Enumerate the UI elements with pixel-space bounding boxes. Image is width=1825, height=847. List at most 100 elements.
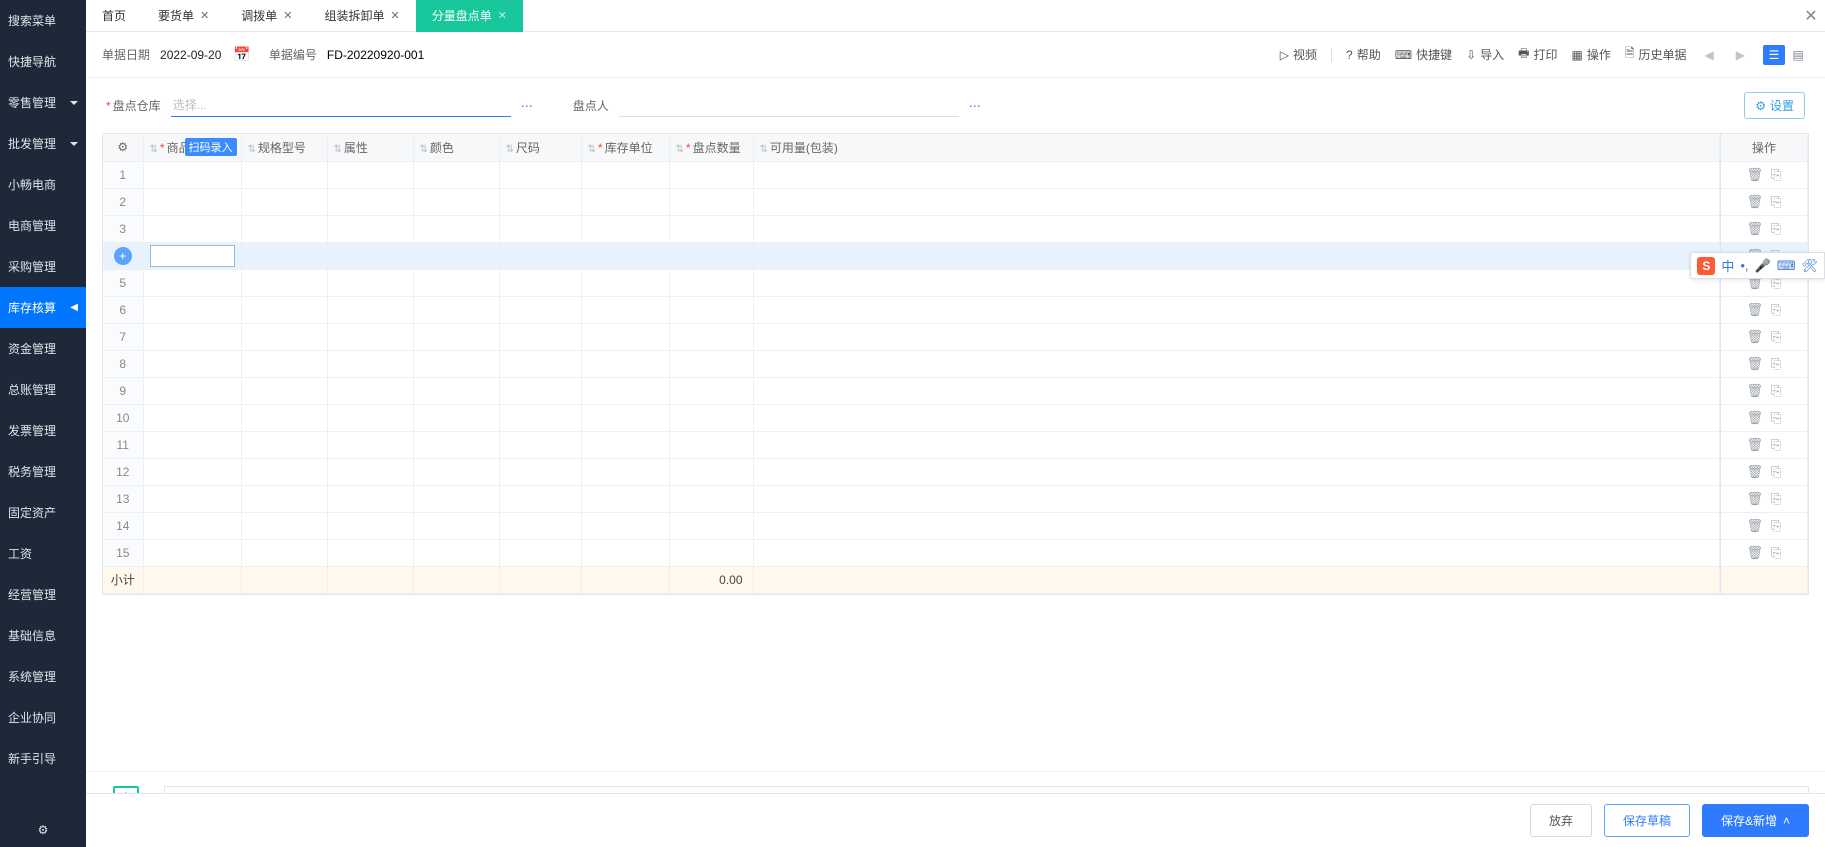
sidebar-item-asset[interactable]: 固定资产 <box>0 492 86 533</box>
delete-row-icon[interactable]: 🗑 <box>1747 302 1764 317</box>
ime-lang[interactable]: 中 <box>1721 256 1734 275</box>
ime-punct-icon[interactable]: •, <box>1740 258 1748 273</box>
sidebar-item-baseinfo[interactable]: 基础信息 <box>0 615 86 656</box>
delete-row-icon[interactable]: 🗑 <box>1747 356 1764 371</box>
settings-button[interactable]: ⚙设置 <box>1744 92 1805 119</box>
table-row[interactable]: 13 <box>103 485 1720 512</box>
delete-row-icon[interactable]: 🗑 <box>1747 329 1764 344</box>
row-number[interactable]: 8 <box>103 350 143 377</box>
row-number[interactable]: 11 <box>103 431 143 458</box>
delete-row-icon[interactable]: 🗑 <box>1747 194 1764 209</box>
sidebar-item-purchase[interactable]: 采购管理 <box>0 246 86 287</box>
counter-input[interactable] <box>619 94 959 117</box>
sidebar-item-ecommerce[interactable]: 电商管理 <box>0 205 86 246</box>
row-number[interactable]: 3 <box>103 215 143 242</box>
tab-home[interactable]: 首页 <box>86 0 142 32</box>
copy-row-icon[interactable]: ⎘ <box>1771 464 1781 479</box>
tab-request[interactable]: 要货单✕ <box>142 0 225 32</box>
copy-row-icon[interactable]: ⎘ <box>1771 545 1781 560</box>
row-number[interactable]: 2 <box>103 188 143 215</box>
close-icon[interactable]: ✕ <box>498 0 507 32</box>
delete-row-icon[interactable]: 🗑 <box>1747 491 1764 506</box>
video-link[interactable]: ▷视频 <box>1280 46 1317 63</box>
delete-row-icon[interactable]: 🗑 <box>1747 383 1764 398</box>
copy-row-icon[interactable]: ⎘ <box>1771 491 1781 506</box>
row-number[interactable]: 5 <box>103 269 143 296</box>
delete-row-icon[interactable]: 🗑 <box>1747 167 1764 182</box>
sidebar-item-wholesale[interactable]: 批发管理 <box>0 123 86 164</box>
date-value[interactable]: 2022-09-20 <box>160 48 221 62</box>
close-icon[interactable]: ✕ <box>200 0 209 32</box>
ime-mic-icon[interactable]: 🎤 <box>1755 258 1771 274</box>
copy-row-icon[interactable]: ⎘ <box>1771 167 1781 182</box>
view-card[interactable]: ▤ <box>1787 45 1809 65</box>
save-draft-button[interactable]: 保存草稿 <box>1604 804 1690 837</box>
col-product[interactable]: ⇅*商品扫码录入 <box>143 134 241 161</box>
col-color[interactable]: ⇅颜色 <box>413 134 499 161</box>
col-unit[interactable]: ⇅*库存单位 <box>581 134 669 161</box>
copy-row-icon[interactable]: ⎘ <box>1771 302 1781 317</box>
table-row[interactable]: 14 <box>103 512 1720 539</box>
table-row[interactable]: 15 <box>103 539 1720 566</box>
sidebar-item-salary[interactable]: 工资 <box>0 533 86 574</box>
table-row[interactable]: 12 <box>103 458 1720 485</box>
table-row[interactable]: 7 <box>103 323 1720 350</box>
sidebar-item-ledger[interactable]: 总账管理 <box>0 369 86 410</box>
sidebar-item-invoice[interactable]: 发票管理 <box>0 410 86 451</box>
ime-keyboard-icon[interactable]: ⌨ <box>1777 258 1796 274</box>
copy-row-icon[interactable]: ⎘ <box>1771 410 1781 425</box>
table-row[interactable]: 2 <box>103 188 1720 215</box>
col-available[interactable]: ⇅可用量(包装) <box>753 134 1720 161</box>
row-number[interactable]: 15 <box>103 539 143 566</box>
table-row[interactable]: 11 <box>103 431 1720 458</box>
sidebar-item-operation[interactable]: 经营管理 <box>0 574 86 615</box>
product-cell-input[interactable] <box>150 245 235 267</box>
copy-row-icon[interactable]: ⎘ <box>1771 437 1781 452</box>
sidebar-item-retail[interactable]: 零售管理 <box>0 82 86 123</box>
table-row[interactable]: 6 <box>103 296 1720 323</box>
close-icon[interactable]: ✕ <box>283 0 292 32</box>
column-config[interactable]: ⚙ <box>103 134 143 161</box>
col-attr[interactable]: ⇅属性 <box>327 134 413 161</box>
history-link[interactable]: 🗎历史单据 <box>1625 44 1687 65</box>
ime-settings-icon[interactable]: 🛠 <box>1801 258 1818 274</box>
sidebar-item-inventory[interactable]: 库存核算◀ <box>0 287 86 328</box>
delete-row-icon[interactable]: 🗑 <box>1747 518 1764 533</box>
delete-row-icon[interactable]: 🗑 <box>1747 437 1764 452</box>
table-row[interactable]: 9 <box>103 377 1720 404</box>
row-number[interactable]: 10 <box>103 404 143 431</box>
row-number[interactable]: 13 <box>103 485 143 512</box>
sidebar-item-system[interactable]: 系统管理 <box>0 656 86 697</box>
sidebar-settings-icon[interactable]: ⚙ <box>0 813 86 847</box>
add-row-icon[interactable]: + <box>114 247 132 265</box>
table-row[interactable]: 3 <box>103 215 1720 242</box>
col-spec[interactable]: ⇅规格型号 <box>241 134 327 161</box>
row-number[interactable]: 6 <box>103 296 143 323</box>
delete-row-icon[interactable]: 🗑 <box>1747 221 1764 236</box>
operate-link[interactable]: ▦操作 <box>1572 46 1611 63</box>
table-row[interactable]: 1 <box>103 161 1720 188</box>
warehouse-input[interactable] <box>171 94 511 117</box>
help-link[interactable]: ?帮助 <box>1346 46 1381 63</box>
ime-toolbar[interactable]: S 中 •, 🎤 ⌨ 🛠 <box>1690 252 1825 279</box>
close-icon[interactable]: ✕ <box>391 0 400 32</box>
sidebar-item-search[interactable]: 搜索菜单 <box>0 0 86 41</box>
shortcut-link[interactable]: ⌨快捷键 <box>1395 46 1452 63</box>
save-new-button[interactable]: 保存&新增˄ <box>1702 804 1809 837</box>
delete-row-icon[interactable]: 🗑 <box>1747 410 1764 425</box>
row-number[interactable]: 12 <box>103 458 143 485</box>
sidebar-item-funds[interactable]: 资金管理 <box>0 328 86 369</box>
sidebar-item-tax[interactable]: 税务管理 <box>0 451 86 492</box>
close-all-tabs[interactable]: ✕ <box>1797 6 1825 26</box>
print-link[interactable]: 🖶打印 <box>1518 44 1557 65</box>
delete-row-icon[interactable]: 🗑 <box>1747 464 1764 479</box>
row-number[interactable]: + <box>103 242 143 269</box>
sidebar-item-guide[interactable]: 新手引导 <box>0 738 86 779</box>
copy-row-icon[interactable]: ⎘ <box>1771 383 1781 398</box>
delete-row-icon[interactable]: 🗑 <box>1747 545 1764 560</box>
calendar-icon[interactable]: 📅 <box>233 46 250 63</box>
import-link[interactable]: ⇩导入 <box>1466 46 1504 63</box>
copy-row-icon[interactable]: ⎘ <box>1771 518 1781 533</box>
table-row[interactable]: + <box>103 242 1720 269</box>
copy-row-icon[interactable]: ⎘ <box>1771 356 1781 371</box>
